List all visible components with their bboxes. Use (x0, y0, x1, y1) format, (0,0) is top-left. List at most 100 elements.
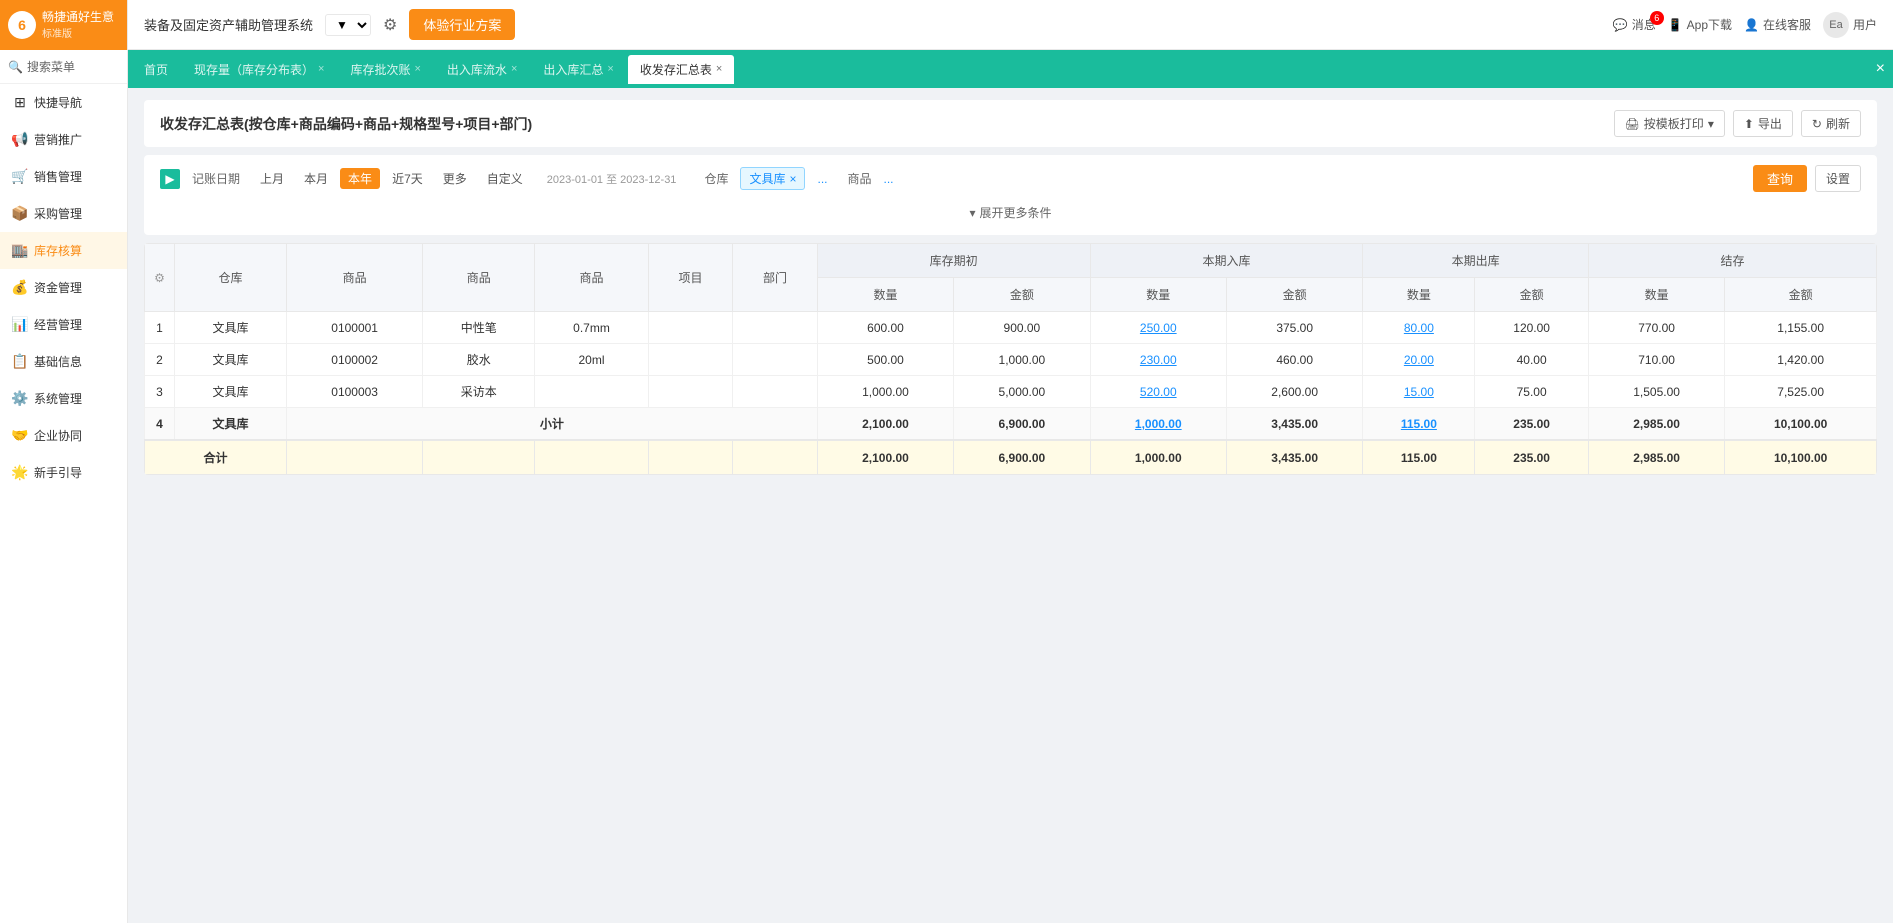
service-label: 在线客服 (1763, 16, 1811, 33)
tab-batch-close[interactable]: × (414, 63, 420, 75)
date-btn-last-month[interactable]: 上月 (252, 168, 292, 189)
tab-home[interactable]: 首页 (132, 55, 180, 84)
tab-receive-summary-close[interactable]: × (716, 63, 722, 75)
tab-inout-summary-close[interactable]: × (607, 63, 613, 75)
sidebar-item-sales[interactable]: 🛒 销售管理 (0, 158, 127, 195)
cell-closing-amt: 1,420.00 (1725, 344, 1877, 376)
tab-inventory-dist-close[interactable]: × (318, 63, 324, 75)
cell-no: 3 (145, 376, 175, 408)
sidebar-item-quick-nav[interactable]: ⊞ 快捷导航 (0, 84, 127, 121)
cell-in-qty[interactable]: 230.00 (1090, 344, 1226, 376)
date-btn-this-month[interactable]: 本月 (296, 168, 336, 189)
cell-out-qty[interactable]: 20.00 (1363, 344, 1475, 376)
date-btn-this-year[interactable]: 本年 (340, 168, 380, 189)
tab-inout-flow[interactable]: 出入库流水 × (435, 55, 529, 84)
sidebar-item-label: 采购管理 (34, 205, 82, 222)
warehouse-more-btn[interactable]: ... (817, 172, 827, 186)
cell-spec (535, 376, 648, 408)
refresh-button[interactable]: ↻ 刷新 (1801, 110, 1861, 137)
app-icon: 📱 (1668, 18, 1683, 32)
cell-in-amt: 375.00 (1226, 312, 1362, 344)
sidebar-item-marketing[interactable]: 📢 营销推广 (0, 121, 127, 158)
sidebar: 6 畅捷通好生意 标准版 🔍 搜索菜单 ⊞ 快捷导航 📢 营销推广 🛒 销售管理… (0, 0, 128, 923)
cell-in-qty[interactable]: 520.00 (1090, 376, 1226, 408)
subtotal-no: 4 (145, 408, 175, 441)
date-btn-custom[interactable]: 自定义 (479, 168, 531, 189)
date-buttons: 上月 本月 本年 近7天 更多 自定义 (252, 168, 531, 189)
sidebar-item-guide[interactable]: 🌟 新手引导 (0, 454, 127, 491)
date-btn-7days[interactable]: 近7天 (384, 168, 431, 189)
table-row: 3 文具库 0100003 采访本 1,000.00 5,000.00 520.… (145, 376, 1877, 408)
total-label: 合计 (145, 440, 287, 475)
sidebar-item-label: 企业协同 (34, 427, 82, 444)
sidebar-item-finance[interactable]: 💰 资金管理 (0, 269, 127, 306)
sidebar-item-label: 营销推广 (34, 131, 82, 148)
tabs-close-all-button[interactable]: × (1872, 56, 1889, 82)
quick-nav-icon: ⊞ (12, 95, 28, 111)
table-settings-icon[interactable]: ⚙ (154, 271, 165, 285)
sidebar-item-label: 资金管理 (34, 279, 82, 296)
th-in: 本期入库 (1090, 244, 1363, 278)
logo-icon: 6 (8, 11, 36, 39)
app-label: App下载 (1687, 16, 1732, 33)
cell-warehouse: 文具库 (175, 376, 287, 408)
sidebar-item-inventory[interactable]: 🏬 库存核算 (0, 232, 127, 269)
tab-inout-flow-close[interactable]: × (511, 63, 517, 75)
page-title: 收发存汇总表(按仓库+商品编码+商品+规格型号+项目+部门) (160, 114, 532, 134)
app-download-button[interactable]: 📱 App下载 (1668, 16, 1732, 33)
cell-closing-amt: 7,525.00 (1725, 376, 1877, 408)
product-more-btn[interactable]: ... (884, 172, 894, 186)
gear-icon[interactable]: ⚙ (383, 15, 397, 35)
tab-receive-summary[interactable]: 收发存汇总表 × (628, 55, 734, 84)
export-icon: ⬆ (1744, 117, 1754, 131)
sidebar-item-purchase[interactable]: 📦 采购管理 (0, 195, 127, 232)
page-header: 收发存汇总表(按仓库+商品编码+商品+规格型号+项目+部门) 🖨 按模板打印 ▾… (144, 100, 1877, 147)
cell-in-qty[interactable]: 250.00 (1090, 312, 1226, 344)
sidebar-item-enterprise[interactable]: 🤝 企业协同 (0, 417, 127, 454)
setting-button[interactable]: 设置 (1815, 165, 1861, 192)
export-button[interactable]: ⬆ 导出 (1733, 110, 1793, 137)
logo-name: 畅捷通好生意 (42, 10, 114, 26)
subtotal-in-amt: 3,435.00 (1226, 408, 1362, 441)
cell-out-qty[interactable]: 15.00 (1363, 376, 1475, 408)
th-out-amt: 金额 (1475, 278, 1589, 312)
cell-out-qty[interactable]: 80.00 (1363, 312, 1475, 344)
logo-sub: 标准版 (42, 25, 114, 40)
sidebar-item-label: 库存核算 (34, 242, 82, 259)
expand-conditions-btn[interactable]: ▾ 展开更多条件 (969, 200, 1051, 225)
date-btn-more[interactable]: 更多 (435, 168, 475, 189)
filter-collapse-btn[interactable]: ▶ (160, 169, 180, 189)
print-button[interactable]: 🖨 按模板打印 ▾ (1614, 110, 1725, 137)
trial-button[interactable]: 体验行业方案 (409, 9, 515, 40)
tab-inventory-dist[interactable]: 现存量（库存分布表） × (182, 55, 336, 84)
date-label: 记账日期 (192, 170, 240, 187)
cell-opening-amt: 5,000.00 (954, 376, 1090, 408)
sidebar-item-system[interactable]: ⚙️ 系统管理 (0, 380, 127, 417)
tab-inout-summary[interactable]: 出入库汇总 × (531, 55, 625, 84)
tab-inout-flow-label: 出入库流水 (447, 61, 507, 78)
cell-opening-qty: 1,000.00 (817, 376, 953, 408)
service-button[interactable]: 👤 在线客服 (1744, 16, 1811, 33)
search-menu[interactable]: 🔍 搜索菜单 (0, 50, 127, 84)
print-label: 按模板打印 (1644, 115, 1704, 132)
service-icon: 👤 (1744, 18, 1759, 32)
subtotal-warehouse: 文具库 (175, 408, 287, 441)
warehouse-tag-close[interactable]: × (789, 172, 796, 186)
sidebar-item-basic[interactable]: 📋 基础信息 (0, 343, 127, 380)
tab-batch-account[interactable]: 库存批次账 × (338, 55, 432, 84)
message-button[interactable]: 💬 消息 6 (1613, 16, 1656, 33)
marketing-icon: 📢 (12, 132, 28, 148)
query-button[interactable]: 查询 (1753, 165, 1807, 192)
total-out-amt: 235.00 (1475, 440, 1589, 475)
cell-out-amt: 40.00 (1475, 344, 1589, 376)
th-closing: 结存 (1588, 244, 1876, 278)
system-select[interactable]: ▼ (325, 14, 371, 36)
total-in-qty: 1,000.00 (1090, 440, 1226, 475)
th-out-qty: 数量 (1363, 278, 1475, 312)
table-row: 1 文具库 0100001 中性笔 0.7mm 600.00 900.00 25… (145, 312, 1877, 344)
sidebar-item-operation[interactable]: 📊 经营管理 (0, 306, 127, 343)
user-button[interactable]: Ea 用户 (1823, 12, 1877, 38)
purchase-icon: 📦 (12, 206, 28, 222)
cell-warehouse: 文具库 (175, 344, 287, 376)
total-spec (535, 440, 648, 475)
